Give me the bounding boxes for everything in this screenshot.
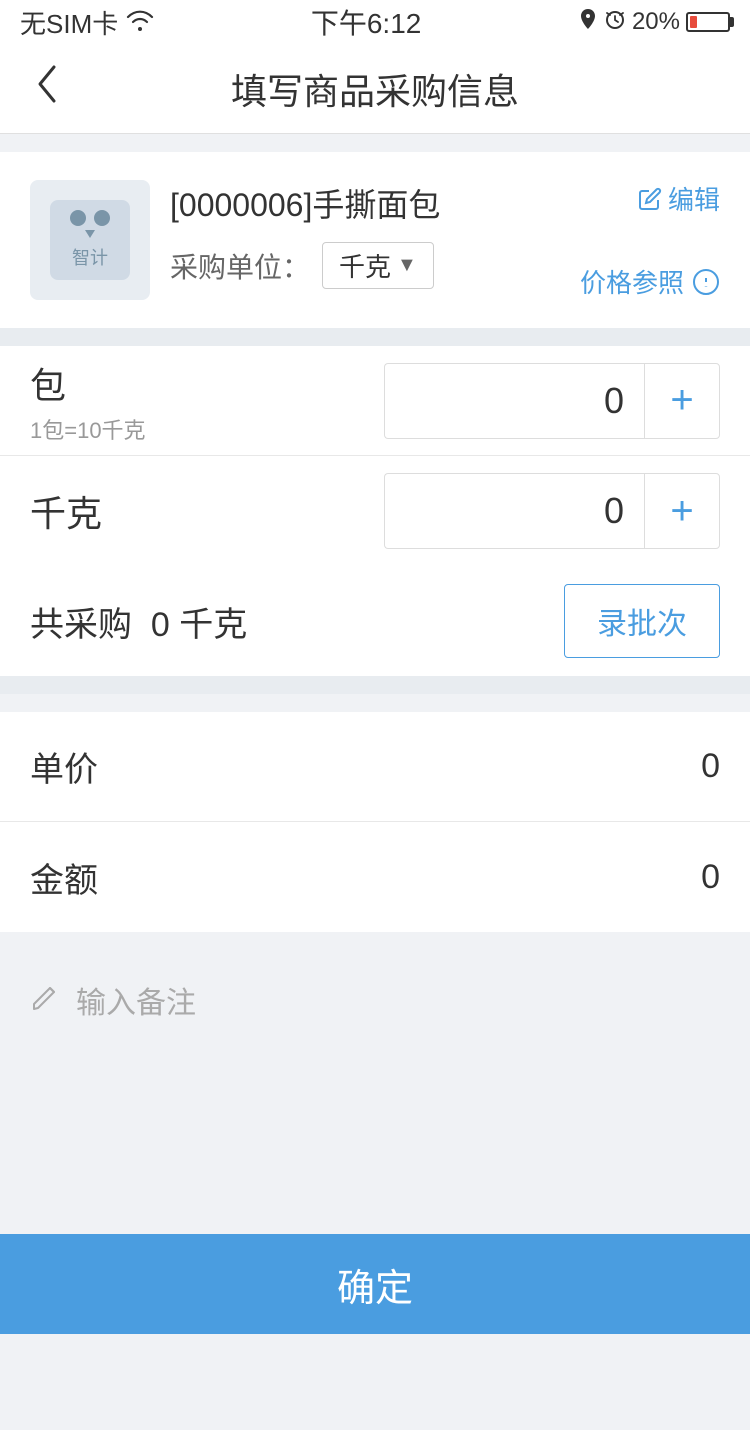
price-label: 单价 (30, 742, 98, 791)
product-card: 智计 [0000006]手撕面包 采购单位： 千克 ▼ 编辑 价格参照 (0, 152, 750, 328)
price-ref-button[interactable]: 价格参照 (580, 263, 720, 300)
page-title: 填写商品采购信息 (231, 63, 519, 115)
battery-percent: 20% (632, 8, 680, 36)
pack-input-row: 包 1包=10千克 0 + (0, 346, 750, 456)
total-section: 共采购 0 千克 录批次 (0, 566, 750, 676)
status-bar-left: 无SIM卡 (20, 4, 154, 41)
kg-label: 千克 (30, 485, 150, 537)
divider-1 (0, 328, 750, 346)
price-value: 0 (701, 747, 720, 786)
total-text: 共采购 0 千克 (30, 597, 247, 646)
remark-input[interactable]: 输入备注 (76, 978, 196, 1022)
chevron-down-icon: ▼ (397, 254, 417, 277)
back-button[interactable] (24, 53, 68, 124)
kg-input-row: 千克 0 + (0, 456, 750, 566)
record-batch-button[interactable]: 录批次 (564, 584, 720, 658)
unit-label: 采购单位： (170, 246, 310, 286)
pencil-icon (30, 982, 60, 1019)
amount-row: 金额 0 (0, 822, 750, 932)
product-logo: 智计 (50, 200, 130, 280)
confirm-button[interactable]: 确定 (0, 1234, 750, 1334)
pack-input-section: 包 1包=10千克 0 + 千克 0 + (0, 346, 750, 566)
status-bar: 无SIM卡 下午6:12 20% (0, 0, 750, 44)
remark-section[interactable]: 输入备注 (0, 950, 750, 1050)
status-bar-right: 20% (578, 8, 730, 37)
unit-value: 千克 (339, 247, 391, 284)
edit-button[interactable]: 编辑 (638, 180, 720, 217)
amount-value: 0 (701, 858, 720, 897)
price-row: 单价 0 (0, 712, 750, 822)
price-section: 单价 0 金额 0 (0, 712, 750, 932)
location-icon (578, 8, 598, 37)
pack-plus-button[interactable]: + (644, 363, 720, 439)
status-bar-time: 下午6:12 (311, 2, 422, 42)
battery-icon (686, 12, 730, 32)
kg-input-field[interactable]: 0 (384, 473, 644, 549)
carrier-label: 无SIM卡 (20, 4, 118, 41)
pack-input-field[interactable]: 0 (384, 363, 644, 439)
product-image: 智计 (30, 180, 150, 300)
unit-select[interactable]: 千克 ▼ (322, 242, 434, 289)
amount-label: 金额 (30, 853, 98, 902)
wifi-icon (126, 7, 154, 38)
pack-label: 包 1包=10千克 (30, 357, 150, 445)
kg-plus-button[interactable]: + (644, 473, 720, 549)
nav-bar: 填写商品采购信息 (0, 44, 750, 134)
alarm-icon (604, 8, 626, 37)
divider-2 (0, 676, 750, 694)
